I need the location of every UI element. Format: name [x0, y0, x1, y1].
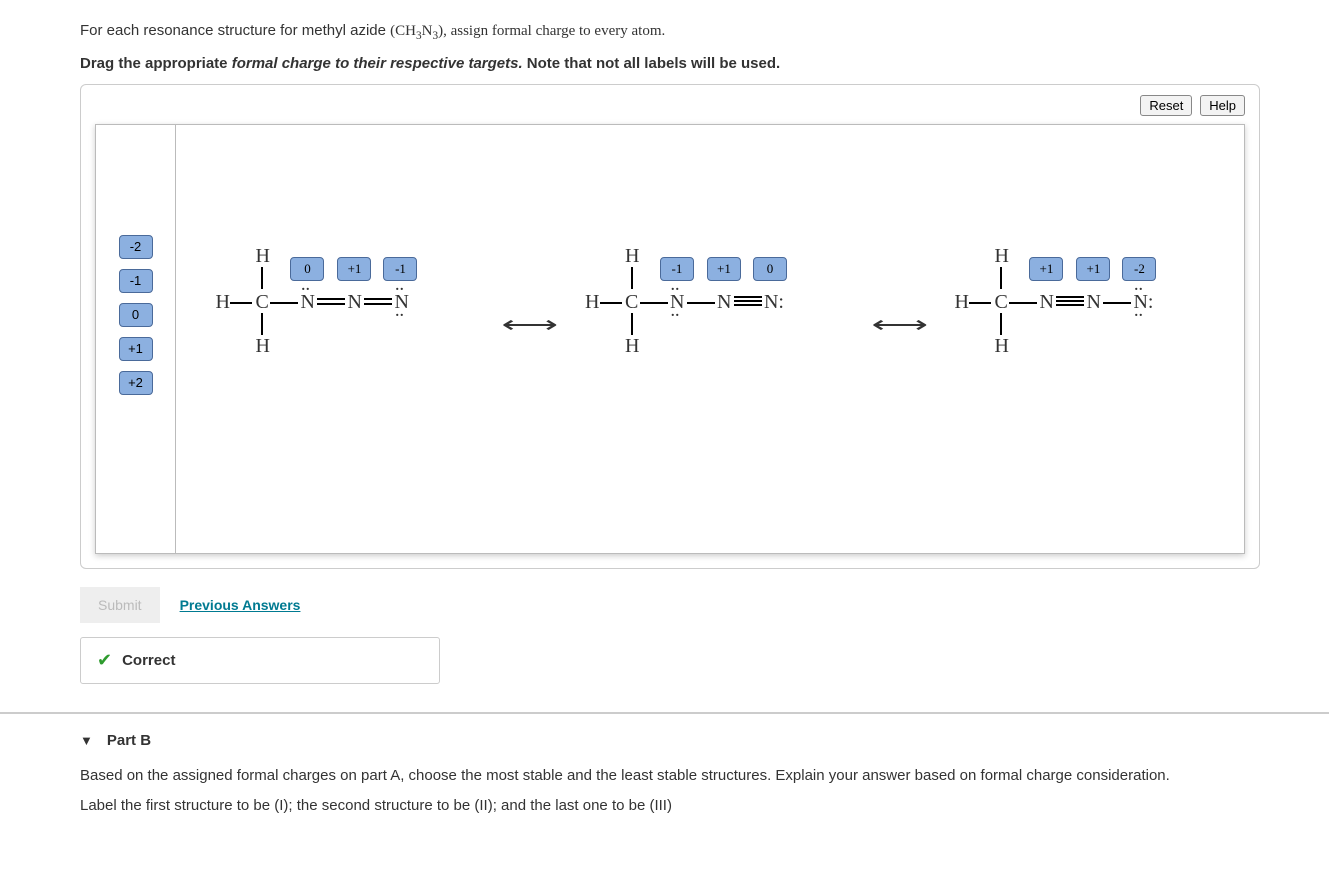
placed-charge[interactable]: +1	[337, 257, 371, 281]
lone-pair: ..	[671, 305, 680, 321]
placed-charge[interactable]: -1	[660, 257, 694, 281]
charge-chip-pos1[interactable]: +1	[119, 337, 153, 361]
placed-charge[interactable]: 0	[290, 257, 324, 281]
drag-canvas[interactable]: -2 -1 0 +1 +2 H H C H .. N	[95, 124, 1245, 554]
partb-line1: Based on the assigned formal charges on …	[80, 761, 1260, 791]
bond	[1000, 313, 1002, 335]
placed-charge[interactable]: +1	[1029, 257, 1063, 281]
placed-charge[interactable]: -1	[383, 257, 417, 281]
label-bank: -2 -1 0 +1 +2	[96, 125, 176, 553]
bond	[600, 302, 622, 304]
atom-n: N	[1039, 291, 1053, 314]
charge-chip-neg1[interactable]: -1	[119, 269, 153, 293]
atom-n: N	[347, 291, 361, 314]
placed-charge[interactable]: -2	[1122, 257, 1156, 281]
triple-bond	[1056, 296, 1084, 308]
bond	[261, 313, 263, 335]
atom-h: H	[255, 335, 269, 358]
placed-charge[interactable]: +1	[707, 257, 741, 281]
bond	[1103, 302, 1131, 304]
placed-charge[interactable]: 0	[753, 257, 787, 281]
formula: (CH3N3), assign formal charge to every a…	[390, 23, 665, 39]
question-intro: For each resonance structure for methyl …	[80, 20, 1280, 45]
atom-h: H	[994, 335, 1008, 358]
double-bond	[364, 298, 392, 308]
structure-2: H H C H .. N .. N N: -1 +1	[585, 245, 845, 405]
reset-button[interactable]: Reset	[1140, 95, 1192, 116]
lone-pair: ..	[395, 305, 404, 321]
partb-line2: Label the first structure to be (I); the…	[80, 791, 1260, 821]
intro-text: For each resonance structure for methyl …	[80, 22, 390, 39]
atom-h: H	[625, 245, 639, 268]
lone-pair: ..	[1134, 305, 1143, 321]
atom-h: H	[585, 291, 599, 314]
atom-n: N:	[764, 291, 784, 314]
previous-answers-link[interactable]: Previous Answers	[180, 597, 301, 613]
charge-chip-0[interactable]: 0	[119, 303, 153, 327]
atom-n: N	[1086, 291, 1100, 314]
drag-instruction: Drag the appropriate formal charge to th…	[80, 55, 1280, 72]
bond	[1009, 302, 1037, 304]
structure-3: H H C H N N .. N: .. +1 +1	[954, 245, 1214, 405]
atom-c: C	[625, 291, 638, 314]
bond	[687, 302, 715, 304]
bond	[631, 267, 633, 289]
part-b-header[interactable]: ▼ Part B	[0, 712, 1329, 761]
triple-bond	[734, 296, 762, 308]
bond	[631, 313, 633, 335]
checkmark-icon: ✔	[97, 650, 112, 671]
atom-h: H	[625, 335, 639, 358]
interaction-panel: Reset Help -2 -1 0 +1 +2 H H C	[80, 84, 1260, 569]
atom-h: H	[994, 245, 1008, 268]
atom-h: H	[954, 291, 968, 314]
feedback-text: Correct	[122, 652, 175, 669]
resonance-arrow-icon: ⟷	[502, 312, 559, 338]
part-title: Part B	[107, 732, 151, 749]
help-button[interactable]: Help	[1200, 95, 1245, 116]
charge-chip-pos2[interactable]: +2	[119, 371, 153, 395]
part-b-body: Based on the assigned formal charges on …	[0, 761, 1260, 821]
placed-charge[interactable]: +1	[1076, 257, 1110, 281]
submit-button: Submit	[80, 587, 160, 623]
double-bond	[317, 298, 345, 308]
bond	[640, 302, 668, 304]
atom-h: H	[255, 245, 269, 268]
bond	[230, 302, 252, 304]
atom-h: H	[215, 291, 229, 314]
atom-c: C	[255, 291, 268, 314]
resonance-arrow-icon: ⟷	[871, 312, 928, 338]
charge-chip-neg2[interactable]: -2	[119, 235, 153, 259]
atom-n: N	[717, 291, 731, 314]
atom-n: N	[300, 291, 314, 314]
bond	[270, 302, 298, 304]
bond	[261, 267, 263, 289]
bond	[969, 302, 991, 304]
structure-1: H H C H .. N N .. N .. 0	[215, 245, 475, 405]
bond	[1000, 267, 1002, 289]
caret-down-icon: ▼	[80, 733, 93, 748]
feedback-correct: ✔ Correct	[80, 637, 440, 684]
atom-c: C	[994, 291, 1007, 314]
